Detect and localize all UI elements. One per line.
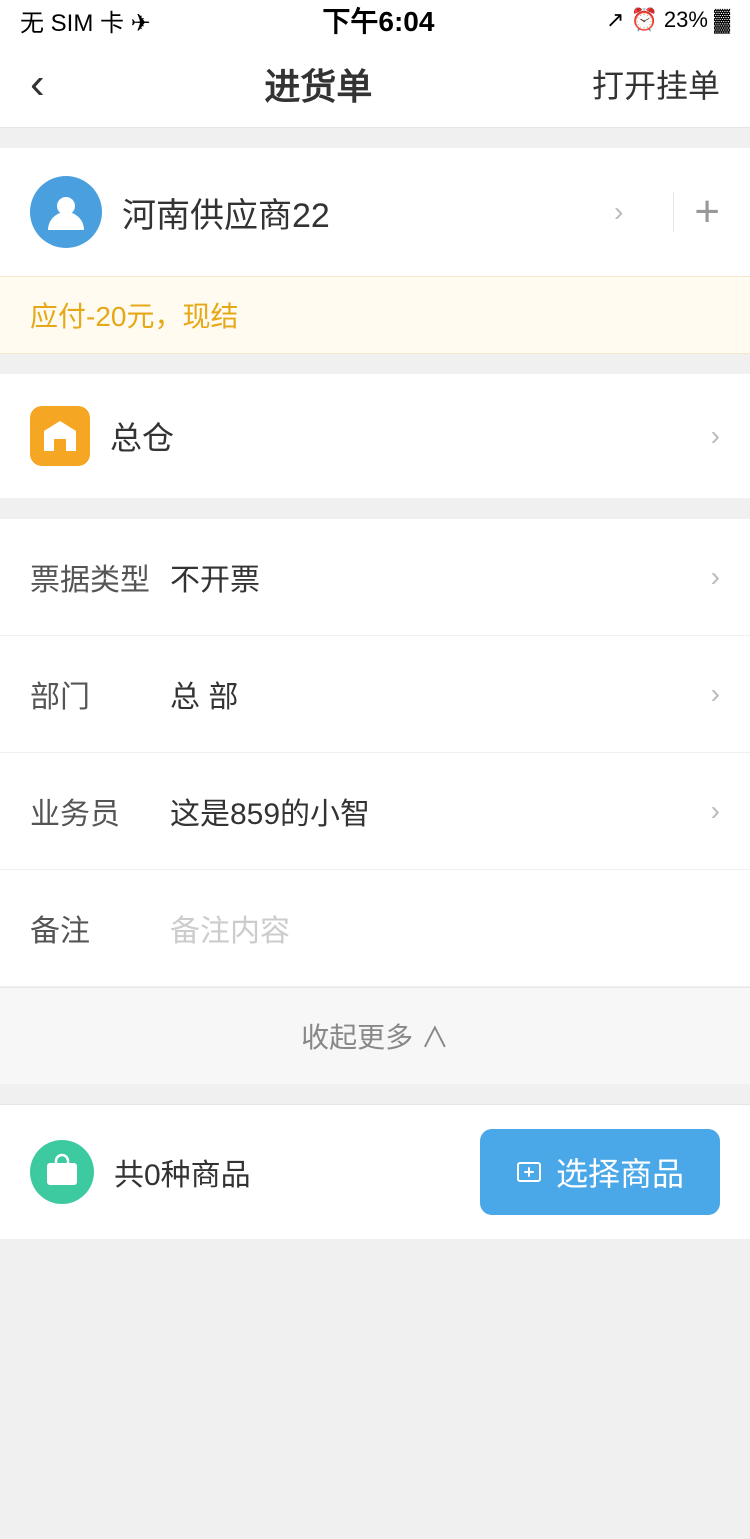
warehouse-row[interactable]: 总仓 › xyxy=(0,374,750,499)
salesperson-label: 业务员 xyxy=(30,789,170,833)
warehouse-chevron-icon: › xyxy=(711,420,720,452)
status-time: 下午6:04 xyxy=(322,0,434,40)
salesperson-row[interactable]: 业务员 这是859的小智 › xyxy=(0,753,750,870)
department-label: 部门 xyxy=(30,672,170,716)
product-bar: 共0种商品 选择商品 xyxy=(0,1104,750,1239)
supplier-avatar xyxy=(30,176,102,248)
location-icon: ↗ xyxy=(606,7,624,33)
warehouse-icon xyxy=(41,417,79,455)
mid-divider-3 xyxy=(0,1084,750,1104)
supplier-row[interactable]: 河南供应商22 › + xyxy=(0,148,750,276)
product-count: 共0种商品 xyxy=(114,1150,480,1194)
warehouse-icon-wrap xyxy=(30,406,90,466)
status-right: ↗ ⏰ 23% ▓ xyxy=(606,7,730,33)
mid-divider-1 xyxy=(0,354,750,374)
notice-bar: 应付-20元，现结 xyxy=(0,276,750,354)
warehouse-section: 总仓 › xyxy=(0,374,750,499)
collapse-bar[interactable]: 收起更多 ∧ xyxy=(0,987,750,1084)
top-divider xyxy=(0,128,750,148)
status-bar: 无 SIM 卡 ✈ 下午6:04 ↗ ⏰ 23% ▓ xyxy=(0,0,750,40)
supplier-divider xyxy=(673,192,674,232)
department-chevron-icon: › xyxy=(711,678,720,710)
select-product-icon xyxy=(516,1157,546,1187)
nav-bar: ‹ 进货单 打开挂单 xyxy=(0,40,750,128)
form-section: 票据类型 不开票 › 部门 总 部 › 业务员 这是859的小智 › 备注 备注… xyxy=(0,519,750,1084)
mid-divider-2 xyxy=(0,499,750,519)
supplier-section: 河南供应商22 › + 应付-20元，现结 xyxy=(0,148,750,354)
invoice-type-label: 票据类型 xyxy=(30,555,170,599)
remark-placeholder: 备注内容 xyxy=(170,906,720,950)
remark-row[interactable]: 备注 备注内容 xyxy=(0,870,750,987)
department-row[interactable]: 部门 总 部 › xyxy=(0,636,750,753)
salesperson-value: 这是859的小智 xyxy=(170,789,711,833)
battery-icon: ▓ xyxy=(714,7,730,33)
open-pending-button[interactable]: 打开挂单 xyxy=(592,61,720,107)
remark-label: 备注 xyxy=(30,906,170,950)
salesperson-chevron-icon: › xyxy=(711,795,720,827)
invoice-type-value: 不开票 xyxy=(170,555,711,599)
select-product-label: 选择商品 xyxy=(556,1149,684,1195)
page-bottom xyxy=(0,1239,750,1539)
warehouse-name: 总仓 xyxy=(110,413,711,459)
person-icon xyxy=(44,190,88,234)
select-product-button[interactable]: 选择商品 xyxy=(480,1129,720,1215)
back-button[interactable]: ‹ xyxy=(30,59,45,109)
supplier-name: 河南供应商22 xyxy=(122,188,614,237)
product-icon-wrap xyxy=(30,1140,94,1204)
status-left: 无 SIM 卡 ✈ xyxy=(20,3,151,38)
alarm-icon: ⏰ xyxy=(630,7,657,33)
sim-status: 无 SIM 卡 ✈ xyxy=(20,3,151,38)
add-supplier-button[interactable]: + xyxy=(694,187,720,237)
battery-level: 23% xyxy=(664,7,708,33)
supplier-chevron-icon: › xyxy=(614,196,623,228)
page-title: 进货单 xyxy=(264,58,372,110)
product-icon xyxy=(43,1153,81,1191)
invoice-type-chevron-icon: › xyxy=(711,561,720,593)
invoice-type-row[interactable]: 票据类型 不开票 › xyxy=(0,519,750,636)
department-value: 总 部 xyxy=(170,672,711,716)
